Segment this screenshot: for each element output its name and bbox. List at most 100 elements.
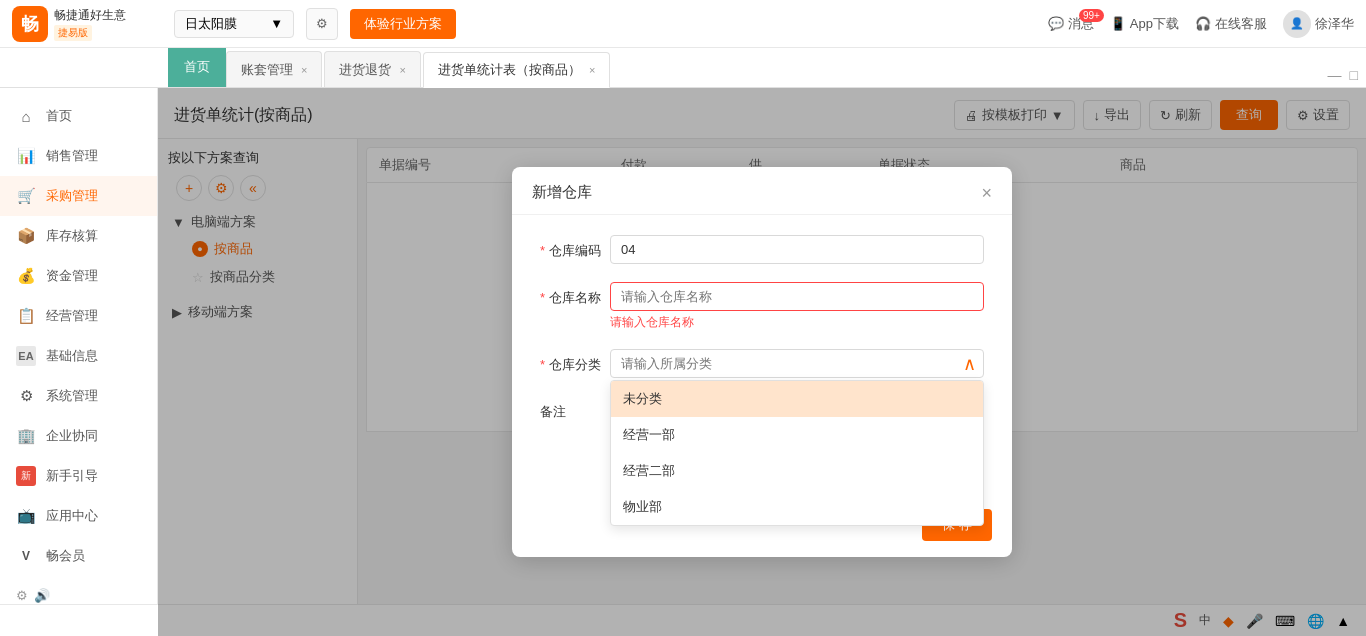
sidebar-item-purchase[interactable]: 🛒 采购管理 — [0, 176, 157, 216]
message-badge: 99+ — [1079, 9, 1104, 22]
avatar: 👤 — [1283, 10, 1311, 38]
logo-area: 畅 畅捷通好生意 捷易版 — [12, 6, 162, 42]
tab-home-label: 首页 — [184, 58, 210, 76]
sidebar-item-enterprise-label: 企业协同 — [46, 427, 98, 445]
name-input[interactable] — [610, 282, 984, 311]
sidebar-item-inventory-label: 库存核算 — [46, 227, 98, 245]
user-name: 徐泽华 — [1315, 15, 1354, 33]
category-dropdown: 未分类 经营一部 经营二部 物业部 — [610, 380, 984, 526]
dropdown-arrow-icon: ▼ — [270, 16, 283, 31]
sidebar-item-enterprise[interactable]: 🏢 企业协同 — [0, 416, 157, 456]
tab-accounts-label: 账套管理 — [241, 61, 293, 79]
content-area: 进货单统计(按商品) 🖨 按模板打印 ▼ ↓ 导出 ↻ 刷新 查询 ⚙ — [158, 88, 1366, 636]
form-row-category: * 仓库分类 ∧ 未分类 经营一部 经营二部 物业部 — [540, 349, 984, 378]
tab-bar-actions: — □ — [1328, 67, 1366, 87]
settings-icon[interactable]: ⚙ — [16, 588, 28, 603]
tab-returns-label: 进货退货 — [339, 61, 391, 79]
sidebar-item-home[interactable]: ⌂ 首页 — [0, 96, 157, 136]
dialog-close-button[interactable]: × — [981, 184, 992, 202]
online-service-button[interactable]: 🎧 在线客服 — [1195, 15, 1267, 33]
sales-icon: 📊 — [16, 146, 36, 166]
dropdown-item-property[interactable]: 物业部 — [611, 489, 983, 525]
store-name: 日太阳膜 — [185, 15, 237, 33]
dropdown-item-dept1[interactable]: 经营一部 — [611, 417, 983, 453]
sidebar-item-operations[interactable]: 📋 经营管理 — [0, 296, 157, 336]
form-control-category: ∧ 未分类 经营一部 经营二部 物业部 — [610, 349, 984, 378]
app-download-button[interactable]: 📱 App下载 — [1110, 15, 1179, 33]
sidebar-item-member[interactable]: V 畅会员 — [0, 536, 157, 576]
store-selector[interactable]: 日太阳膜 ▼ — [174, 10, 294, 38]
tab-stats-label: 进货单统计表（按商品） — [438, 61, 581, 79]
logo-text: 畅捷通好生意 捷易版 — [54, 7, 126, 41]
logo-icon: 畅 — [12, 6, 48, 42]
tab-stats[interactable]: 进货单统计表（按商品） × — [423, 52, 610, 88]
sidebar-item-inventory[interactable]: 📦 库存核算 — [0, 216, 157, 256]
dropdown-item-dept2[interactable]: 经营二部 — [611, 453, 983, 489]
form-label-code: * 仓库编码 — [540, 235, 610, 260]
tab-accounts[interactable]: 账套管理 × — [226, 51, 322, 87]
sidebar-item-finance[interactable]: 💰 资金管理 — [0, 256, 157, 296]
form-row-code: * 仓库编码 — [540, 235, 984, 264]
dropdown-item-unclassified[interactable]: 未分类 — [611, 381, 983, 417]
tab-home[interactable]: 首页 — [168, 47, 226, 87]
settings-button[interactable]: ⚙ — [306, 8, 338, 40]
sidebar: ⌂ 首页 📊 销售管理 🛒 采购管理 📦 库存核算 💰 资金管理 📋 经营管理 … — [0, 88, 158, 636]
user-profile[interactable]: 👤 徐泽华 — [1283, 10, 1354, 38]
tab-stats-close-icon[interactable]: × — [589, 64, 595, 76]
inventory-icon: 📦 — [16, 226, 36, 246]
dialog-header: 新增仓库 × — [512, 167, 1012, 215]
form-row-name: * 仓库名称 请输入仓库名称 — [540, 282, 984, 331]
guide-icon: 新 — [16, 466, 36, 486]
finance-icon: 💰 — [16, 266, 36, 286]
messages-button[interactable]: 💬 消息 99+ — [1048, 15, 1094, 33]
enterprise-icon: 🏢 — [16, 426, 36, 446]
tab-maximize-icon[interactable]: □ — [1350, 67, 1358, 83]
name-error-tip: 请输入仓库名称 — [610, 314, 984, 331]
form-label-notes: 备注 — [540, 396, 610, 421]
form-label-name: * 仓库名称 — [540, 282, 610, 307]
code-input[interactable] — [610, 235, 984, 264]
tab-returns[interactable]: 进货退货 × — [324, 51, 420, 87]
sidebar-item-base-label: 基础信息 — [46, 347, 98, 365]
sidebar-item-system-label: 系统管理 — [46, 387, 98, 405]
volume-icon[interactable]: 🔊 — [34, 588, 50, 603]
sidebar-item-system[interactable]: ⚙ 系统管理 — [0, 376, 157, 416]
sidebar-item-guide-label: 新手引导 — [46, 467, 98, 485]
modal-overlay: 新增仓库 × * 仓库编码 — [158, 88, 1366, 636]
app-center-icon: 📺 — [16, 506, 36, 526]
member-icon: V — [16, 546, 36, 566]
category-input[interactable] — [610, 349, 984, 378]
sidebar-item-app-center[interactable]: 📺 应用中心 — [0, 496, 157, 536]
tab-accounts-close-icon[interactable]: × — [301, 64, 307, 76]
dialog-title: 新增仓库 — [532, 183, 592, 202]
sidebar-item-guide[interactable]: 新 新手引导 — [0, 456, 157, 496]
sidebar-item-sales[interactable]: 📊 销售管理 — [0, 136, 157, 176]
trial-button[interactable]: 体验行业方案 — [350, 9, 456, 39]
sidebar-item-purchase-label: 采购管理 — [46, 187, 98, 205]
operations-icon: 📋 — [16, 306, 36, 326]
tab-minimize-icon[interactable]: — — [1328, 67, 1342, 83]
app-download-label: App下载 — [1130, 15, 1179, 33]
phone-icon: 📱 — [1110, 16, 1126, 31]
form-control-name: 请输入仓库名称 — [610, 282, 984, 331]
tab-returns-close-icon[interactable]: × — [399, 64, 405, 76]
home-icon: ⌂ — [16, 106, 36, 126]
dialog-new-warehouse: 新增仓库 × * 仓库编码 — [512, 167, 1012, 557]
form-control-code — [610, 235, 984, 264]
sidebar-item-member-label: 畅会员 — [46, 547, 85, 565]
form-label-category: * 仓库分类 — [540, 349, 610, 374]
sidebar-item-finance-label: 资金管理 — [46, 267, 98, 285]
sidebar-item-app-center-label: 应用中心 — [46, 507, 98, 525]
system-icon: ⚙ — [16, 386, 36, 406]
message-icon: 💬 — [1048, 16, 1064, 31]
sidebar-item-base[interactable]: EA 基础信息 — [0, 336, 157, 376]
purchase-icon: 🛒 — [16, 186, 36, 206]
headset-icon: 🎧 — [1195, 16, 1211, 31]
category-arrow-icon[interactable]: ∧ — [963, 353, 976, 375]
header-right: 💬 消息 99+ 📱 App下载 🎧 在线客服 👤 徐泽华 — [1048, 10, 1354, 38]
sidebar-item-operations-label: 经营管理 — [46, 307, 98, 325]
sidebar-item-sales-label: 销售管理 — [46, 147, 98, 165]
base-icon: EA — [16, 346, 36, 366]
gear-icon: ⚙ — [316, 16, 328, 31]
online-service-label: 在线客服 — [1215, 15, 1267, 33]
